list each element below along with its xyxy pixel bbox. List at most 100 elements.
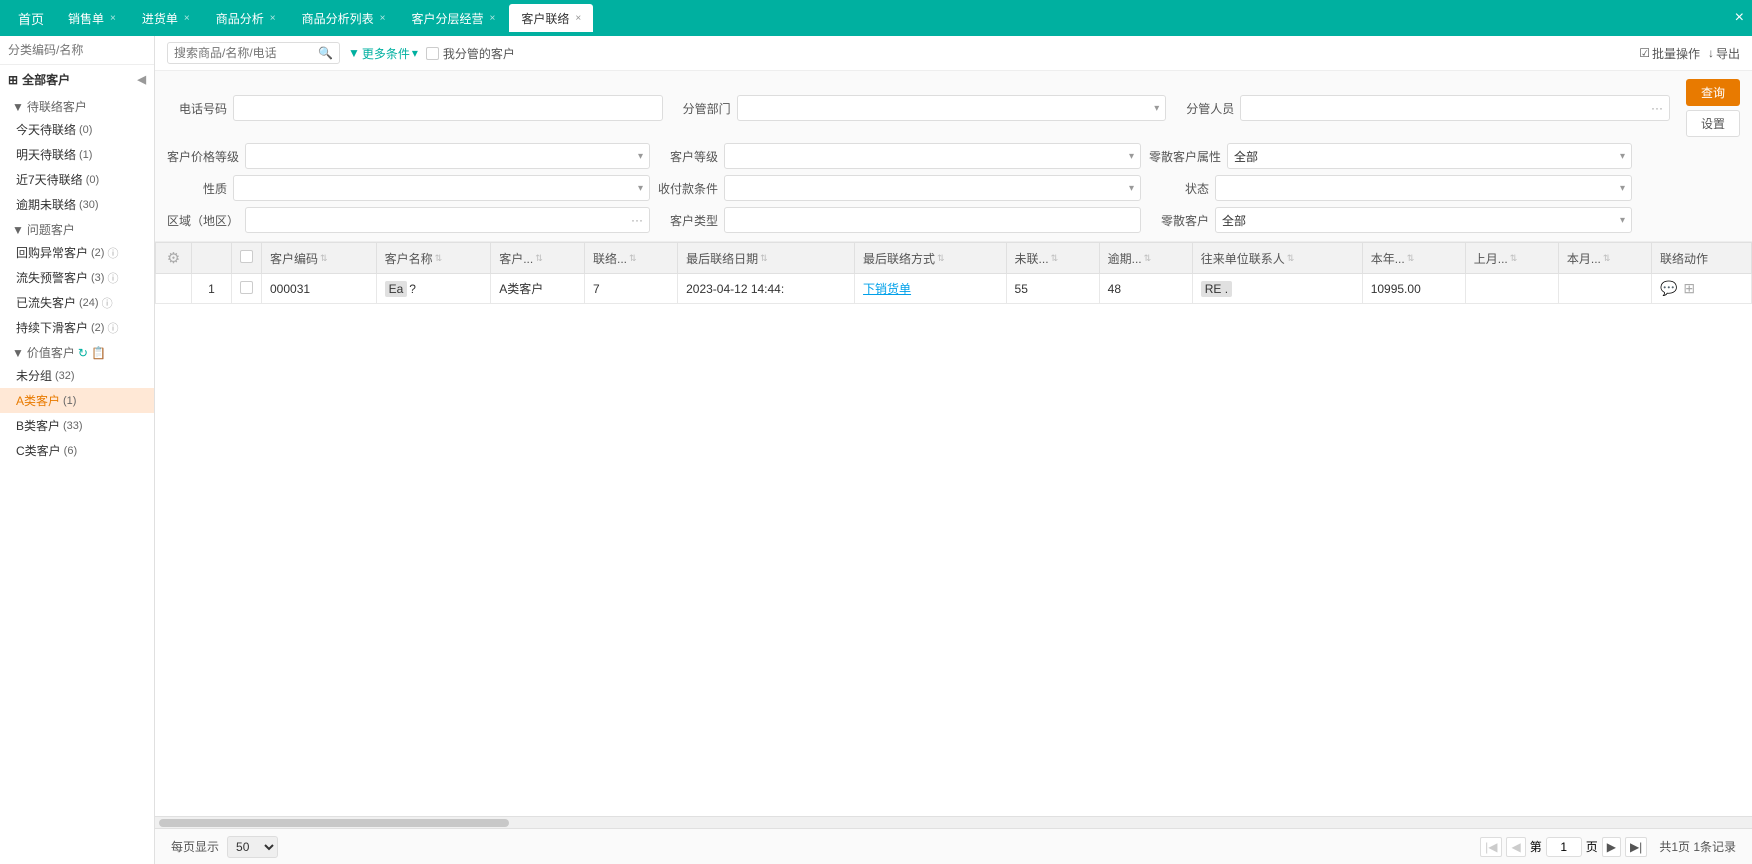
filter-scatter-attr-chevron: ▾	[1620, 151, 1625, 162]
sidebar-item-today[interactable]: 今天待联络 (0)	[0, 117, 154, 142]
filter-dept-input[interactable]: ▾	[737, 95, 1167, 121]
action-buttons: 查询 设置	[1678, 79, 1740, 137]
value-group-settings-icon[interactable]: 📋	[91, 346, 106, 360]
overdue-label: 逾期未联络	[16, 196, 76, 213]
filter-payment-label: 收付款条件	[658, 180, 718, 197]
nav-tab-customer-contact[interactable]: 客户联络 ×	[509, 4, 593, 32]
nav-tab-analysis-list[interactable]: 商品分析列表 ×	[290, 4, 398, 32]
filter-scatter-customer-label: 零散客户	[1149, 212, 1209, 229]
filter-person-input[interactable]: ···	[1240, 95, 1670, 121]
churned-info-icon[interactable]: ⓘ	[102, 295, 113, 311]
sidebar-search-input[interactable]	[8, 43, 155, 57]
page-size-select[interactable]: 50 100 200	[227, 836, 278, 858]
th-contact-sort: ⇅	[629, 253, 637, 264]
nav-home[interactable]: 首页	[8, 9, 54, 28]
th-code[interactable]: 客户编码 ⇅	[262, 243, 377, 274]
th-name[interactable]: 客户名称 ⇅	[376, 243, 491, 274]
filter-nature-input[interactable]: ▾	[233, 175, 650, 201]
value-group-refresh-icon[interactable]: ↻	[78, 346, 88, 360]
filter-scatter-attr-input[interactable]: 全部 ▾	[1227, 143, 1632, 169]
filter-region-input[interactable]: ···	[245, 207, 650, 233]
td-last-method[interactable]: 下销货单	[855, 274, 1007, 304]
th-gear[interactable]: ⚙	[156, 243, 192, 274]
sidebar-collapse-btn[interactable]: ◀	[138, 73, 146, 86]
sidebar-item-ungrouped[interactable]: 未分组 (32)	[0, 363, 154, 388]
nav-tab-analysis-close[interactable]: ×	[270, 13, 276, 24]
filter-phone-input[interactable]	[233, 95, 663, 121]
nav-tab-sales-close[interactable]: ×	[110, 13, 116, 24]
nav-tab-purchase[interactable]: 进货单 ×	[130, 4, 202, 32]
value-group-label: 价值客户	[27, 344, 75, 361]
churn-warning-info-icon[interactable]: ⓘ	[107, 270, 118, 286]
sidebar-item-churn-warning[interactable]: 流失预警客户 (3) ⓘ	[0, 265, 154, 290]
nav-tab-sales[interactable]: 销售单 ×	[56, 4, 128, 32]
sidebar-item-churned[interactable]: 已流失客户 (24) ⓘ	[0, 290, 154, 315]
th-code-label: 客户编码	[270, 250, 318, 267]
th-checkbox[interactable]	[240, 250, 253, 263]
gear-icon[interactable]: ⚙	[167, 250, 180, 267]
query-button[interactable]: 查询	[1686, 79, 1740, 106]
repurchase-info-icon[interactable]: ⓘ	[107, 245, 118, 261]
nav-tab-customer-contact-close[interactable]: ×	[575, 13, 581, 24]
declining-info-icon[interactable]: ⓘ	[107, 320, 118, 336]
sidebar-item-repurchase-abnormal[interactable]: 回购异常客户 (2) ⓘ	[0, 240, 154, 265]
th-unit-contact[interactable]: 往来单位联系人 ⇅	[1192, 243, 1362, 274]
sidebar-all-customers[interactable]: ⊞ 全部客户 ◀	[0, 65, 154, 94]
td-name: Ea?	[376, 274, 491, 304]
filter-scatter-customer-input[interactable]: 全部 ▾	[1215, 207, 1632, 233]
sidebar-item-tomorrow[interactable]: 明天待联络 (1)	[0, 142, 154, 167]
batch-op-btn[interactable]: ☑ 批量操作	[1639, 45, 1700, 62]
sidebar-item-overdue[interactable]: 逾期未联络 (30)	[0, 192, 154, 217]
export-btn[interactable]: ↓ 导出	[1708, 45, 1740, 62]
td-check[interactable]	[232, 274, 262, 304]
scroll-thumb[interactable]	[159, 819, 509, 827]
th-this-month[interactable]: 本月... ⇅	[1558, 243, 1651, 274]
filter-person-field: 分管人员 ···	[1174, 95, 1670, 121]
sidebar-item-class-b[interactable]: B类客户 (33)	[0, 413, 154, 438]
page-first-btn[interactable]: |◀	[1480, 837, 1502, 857]
th-overdue[interactable]: 逾期... ⇅	[1099, 243, 1192, 274]
sidebar-item-class-a[interactable]: A类客户 (1)	[0, 388, 154, 413]
grid-icon[interactable]: ⊞	[1683, 280, 1695, 297]
page-next-btn[interactable]: ▶	[1602, 837, 1621, 857]
horizontal-scroll[interactable]	[155, 816, 1752, 828]
nav-tab-customer-tier-close[interactable]: ×	[489, 13, 495, 24]
nav-tab-analysis[interactable]: 商品分析 ×	[204, 4, 288, 32]
th-type[interactable]: 客户... ⇅	[491, 243, 585, 274]
th-this-year[interactable]: 本年... ⇅	[1362, 243, 1465, 274]
filter-customer-tier-input[interactable]: ▾	[724, 143, 1141, 169]
page-last-btn[interactable]: ▶|	[1625, 837, 1647, 857]
filter-payment-input[interactable]: ▾	[724, 175, 1141, 201]
th-last-method[interactable]: 最后联络方式 ⇅	[855, 243, 1007, 274]
nav-tab-analysis-list-close[interactable]: ×	[380, 13, 386, 24]
filter-status-input[interactable]: ▾	[1215, 175, 1632, 201]
sidebar-group-value: ▼ 价值客户 ↻ 📋	[0, 340, 154, 363]
settings-button[interactable]: 设置	[1686, 110, 1740, 137]
td-overdue: 48	[1099, 274, 1192, 304]
nav-tab-customer-tier[interactable]: 客户分层经营 ×	[399, 4, 507, 32]
sidebar-item-declining[interactable]: 持续下滑客户 (2) ⓘ	[0, 315, 154, 340]
th-check[interactable]	[232, 243, 262, 274]
th-last-month[interactable]: 上月... ⇅	[1465, 243, 1558, 274]
chat-icon[interactable]: 💬	[1660, 280, 1677, 297]
page-input[interactable]	[1546, 837, 1582, 857]
filter-customer-type-input[interactable]	[724, 207, 1141, 233]
th-last-date[interactable]: 最后联络日期 ⇅	[678, 243, 855, 274]
more-conditions-btn[interactable]: ▼ 更多条件 ▾	[348, 45, 418, 62]
th-contact[interactable]: 联络... ⇅	[585, 243, 678, 274]
th-not-contact[interactable]: 未联... ⇅	[1006, 243, 1099, 274]
sidebar-item-7days[interactable]: 近7天待联络 (0)	[0, 167, 154, 192]
sidebar-item-class-c[interactable]: C类客户 (6)	[0, 438, 154, 463]
search-input[interactable]	[174, 46, 314, 60]
my-customers-check-icon[interactable]	[426, 47, 439, 60]
th-unit-contact-sort: ⇅	[1287, 253, 1295, 264]
th-this-year-label: 本年...	[1371, 250, 1405, 267]
nav-tab-purchase-close[interactable]: ×	[184, 13, 190, 24]
row-checkbox[interactable]	[240, 281, 253, 294]
last-method-link[interactable]: 下销货单	[863, 282, 911, 296]
page-prev-btn[interactable]: ◀	[1506, 837, 1525, 857]
nav-close-all[interactable]: ×	[1735, 9, 1744, 27]
my-customers-checkbox[interactable]: 我分管的客户	[426, 45, 515, 62]
filter-price-tier-input[interactable]: ▾	[245, 143, 650, 169]
search-icon[interactable]: 🔍	[318, 46, 333, 60]
